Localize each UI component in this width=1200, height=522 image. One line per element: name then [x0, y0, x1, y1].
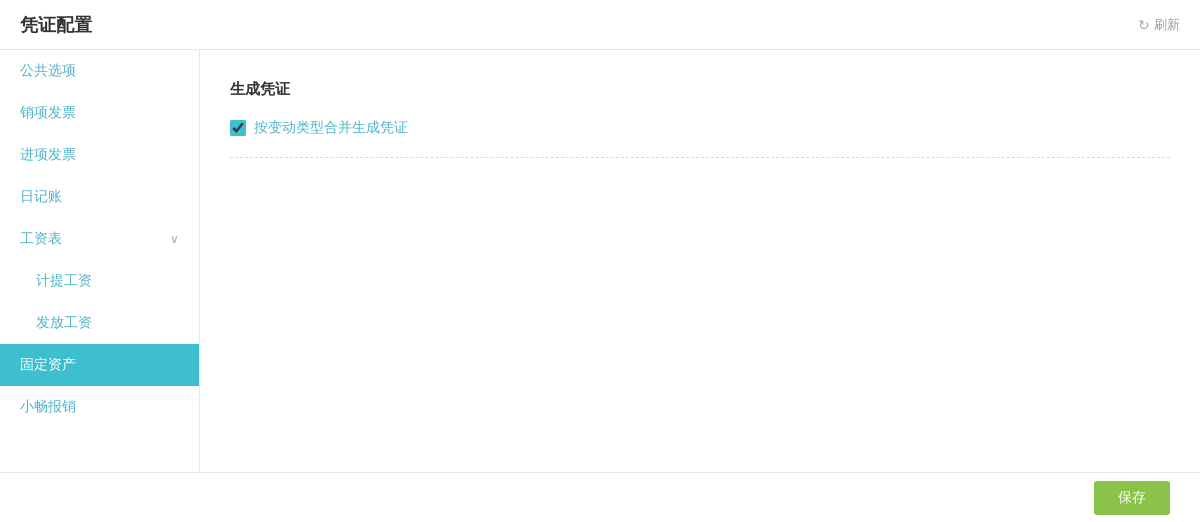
sidebar-item-expense-report[interactable]: 小畅报销	[0, 386, 199, 428]
refresh-icon: ↻	[1138, 17, 1150, 33]
section-divider	[230, 157, 1170, 158]
merge-checkbox-label[interactable]: 按变动类型合并生成凭证	[254, 119, 408, 137]
sidebar-item-accrual-wages[interactable]: 计提工资	[0, 260, 199, 302]
sidebar-item-fixed-assets[interactable]: 固定资产	[0, 344, 199, 386]
page-wrapper: 凭证配置 ↻ 刷新 公共选项销项发票进项发票日记账工资表 ∨ 计提工资发放工资固定资…	[0, 0, 1200, 522]
page-title: 凭证配置	[20, 13, 92, 37]
sidebar-label-distribute-wages: 发放工资	[36, 314, 92, 332]
refresh-label: 刷新	[1154, 16, 1180, 34]
sidebar-label-expense-report: 小畅报销	[20, 398, 76, 416]
sidebar-item-public-options[interactable]: 公共选项	[0, 50, 199, 92]
main-content: 公共选项销项发票进项发票日记账工资表 ∨ 计提工资发放工资固定资产小畅报销 生成凭证…	[0, 50, 1200, 472]
checkbox-row: 按变动类型合并生成凭证	[230, 119, 1170, 137]
sidebar-item-sales-invoice[interactable]: 销项发票	[0, 92, 199, 134]
sidebar: 公共选项销项发票进项发票日记账工资表 ∨ 计提工资发放工资固定资产小畅报销	[0, 50, 200, 472]
refresh-button[interactable]: ↻ 刷新	[1138, 16, 1180, 34]
footer: 保存	[0, 472, 1200, 522]
section-title: 生成凭证	[230, 80, 1170, 99]
sidebar-label-payroll-table: 工资表	[20, 230, 62, 248]
sidebar-label-accrual-wages: 计提工资	[36, 272, 92, 290]
sidebar-item-distribute-wages[interactable]: 发放工资	[0, 302, 199, 344]
content-panel: 生成凭证 按变动类型合并生成凭证	[200, 50, 1200, 472]
sidebar-item-purchase-invoice[interactable]: 进项发票	[0, 134, 199, 176]
sidebar-item-payroll-table[interactable]: 工资表 ∨	[0, 218, 199, 260]
sidebar-label-purchase-invoice: 进项发票	[20, 146, 76, 164]
sidebar-item-journal[interactable]: 日记账	[0, 176, 199, 218]
save-button[interactable]: 保存	[1094, 481, 1170, 515]
sidebar-label-sales-invoice: 销项发票	[20, 104, 76, 122]
header: 凭证配置 ↻ 刷新	[0, 0, 1200, 50]
sidebar-label-fixed-assets: 固定资产	[20, 356, 76, 374]
chevron-down-icon: ∨	[170, 232, 179, 246]
sidebar-label-journal: 日记账	[20, 188, 62, 206]
sidebar-label-public-options: 公共选项	[20, 62, 76, 80]
merge-checkbox[interactable]	[230, 120, 246, 136]
